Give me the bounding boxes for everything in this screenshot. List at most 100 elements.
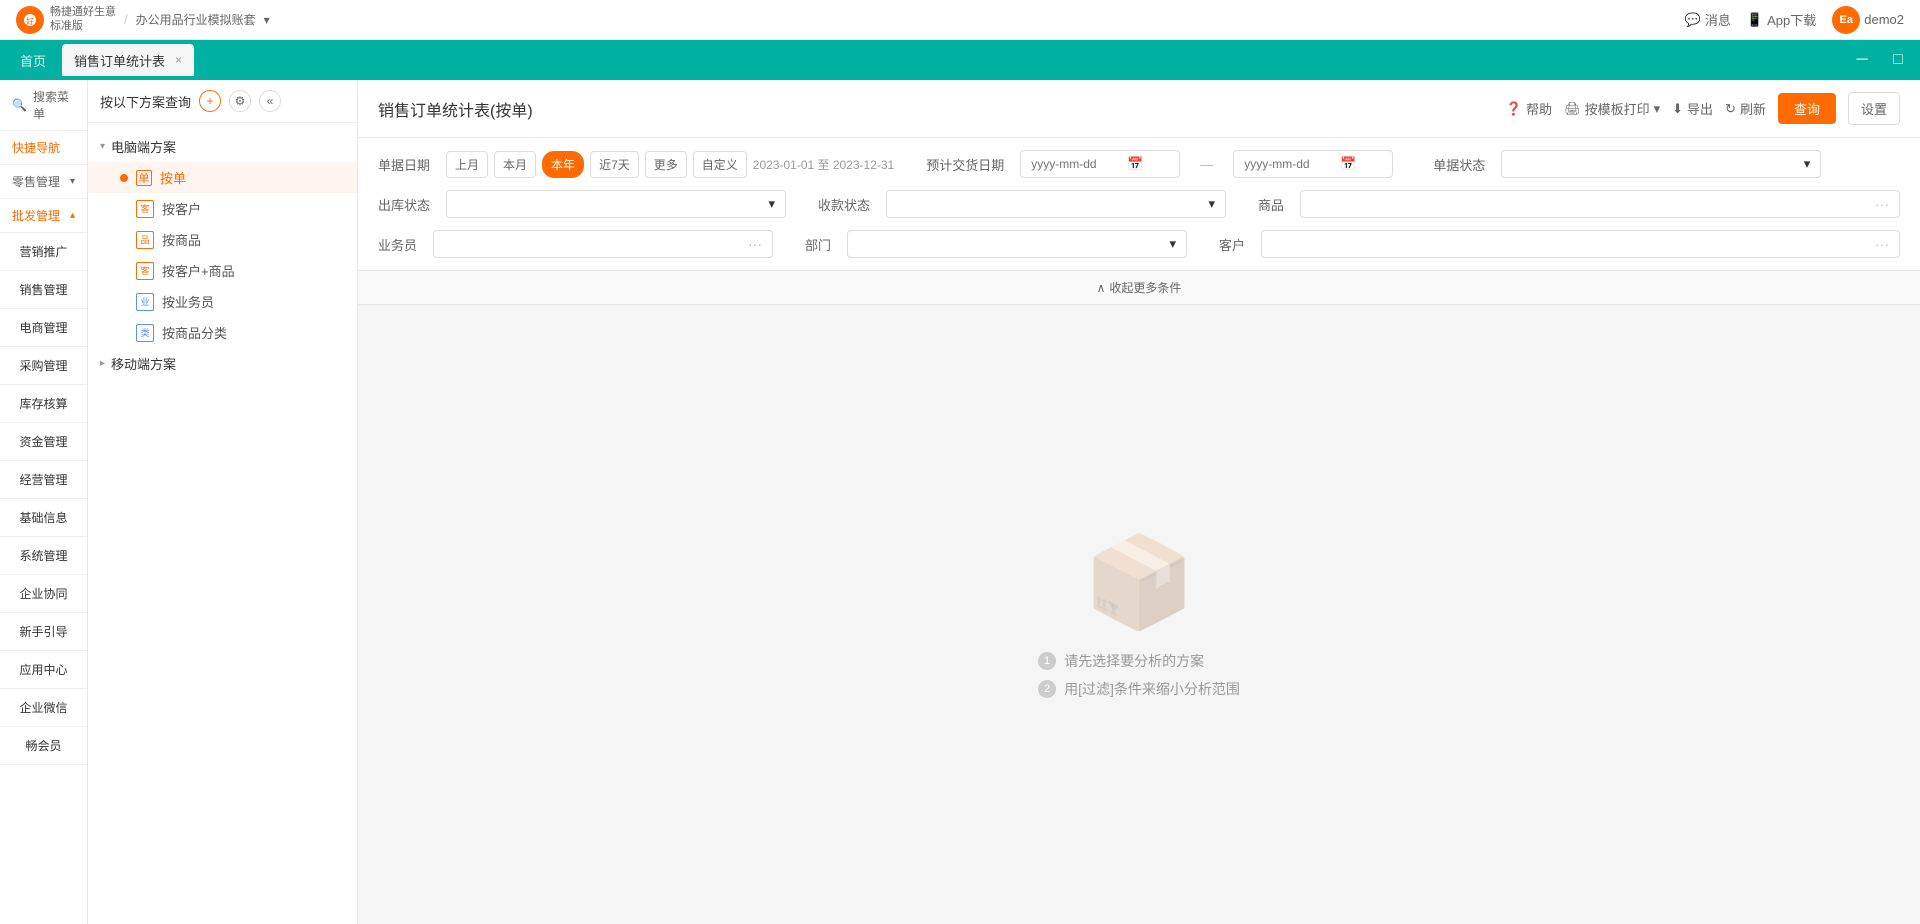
sidebar-item-operations[interactable]: 经营管理 [0,461,87,499]
expected-date-start[interactable]: 📅 [1020,150,1180,178]
tab-maximize-btn[interactable]: □ [1884,46,1912,74]
collapse-plan-btn[interactable]: « [259,90,281,112]
print-btn[interactable]: 🖨 按模板打印 ▾ [1564,99,1660,118]
pc-section-title: 电脑端方案 [111,137,176,156]
customer-dots-icon[interactable]: ··· [1875,236,1889,252]
breadcrumb-dropdown-btn[interactable]: ▾ [264,13,270,27]
top-bar-right: 💬 消息 📱 App下载 Ea demo2 [1685,6,1904,34]
refresh-btn[interactable]: ↻ 刷新 [1725,99,1766,118]
app-download-btn[interactable]: 📱 App下载 [1747,10,1816,29]
sidebar-item-newbie[interactable]: 新手引导 [0,613,87,651]
sidebar-item-finance[interactable]: 资金管理 [0,423,87,461]
product-dots-icon[interactable]: ··· [1875,196,1889,212]
left-panel-header: 按以下方案查询 + ⚙ « [88,80,357,123]
app-download-icon: 📱 [1747,12,1763,28]
plan-item-by-product[interactable]: 品 按商品 [88,224,357,255]
sidebar-item-inventory[interactable]: 库存核算 [0,385,87,423]
expected-date-end[interactable]: 📅 [1233,150,1393,178]
page-title: 销售订单统计表(按单) [378,97,533,121]
date-btn-7days[interactable]: 近7天 [590,151,639,178]
tip-1-number: 1 [1038,652,1056,670]
print-arrow-icon: ▾ [1654,101,1661,117]
status-select[interactable]: ▾ [1501,150,1821,178]
sidebar-item-ecommerce[interactable]: 电商管理 [0,309,87,347]
plan-item-by-salesman[interactable]: 业 按业务员 [88,286,357,317]
department-select[interactable]: ▾ [847,230,1187,258]
tab-minimize-btn[interactable]: ─ [1848,46,1876,74]
sidebar-item-enterprise[interactable]: 企业协同 [0,575,87,613]
settings-btn[interactable]: 设置 [1848,92,1900,125]
sidebar-search[interactable]: 🔍 搜索菜单 [0,80,87,131]
customer-select[interactable]: ··· [1261,230,1900,258]
help-btn[interactable]: ❓ 帮助 [1506,99,1552,118]
date-btn-this-year[interactable]: 本年 [542,151,584,178]
main-layout: 🔍 搜索菜单 快捷导航 零售管理 ▾ 批发管理 ▴ 营销推广 销售管理 电商管理… [0,80,1920,924]
top-bar-left: 好 畅捷通好生意 标准版 / 办公用品行业模拟账套 ▾ [16,6,270,34]
message-icon: 💬 [1685,12,1701,28]
logo-icon: 好 [16,6,44,34]
tab-home[interactable]: 首页 [8,44,58,76]
sidebar-item-basic[interactable]: 基础信息 [0,499,87,537]
sidebar-item-marketing[interactable]: 营销推广 [0,233,87,271]
plan-list: ▾ 电脑端方案 单 按单 客 按客户 品 [88,123,357,924]
calendar-icon: 📅 [1127,156,1143,172]
salesman-label: 业务员 [378,235,417,254]
plan-section-mobile-header[interactable]: ▸ 移动端方案 [88,348,357,379]
salesman-select[interactable]: ··· [433,230,773,258]
breadcrumb-label: 办公用品行业模拟账套 [136,11,256,28]
tab-close-btn[interactable]: × [175,53,182,67]
sidebar-item-system[interactable]: 系统管理 [0,537,87,575]
product-select[interactable]: ··· [1300,190,1900,218]
add-plan-btn[interactable]: + [199,90,221,112]
plan-item-by-salesman-icon: 业 [136,293,154,311]
sidebar-item-sales[interactable]: 销售管理 [0,271,87,309]
retail-arrow-icon: ▾ [70,176,75,187]
payment-status-arrow-icon: ▾ [1209,196,1216,212]
plan-item-by-customer[interactable]: 客 按客户 [88,193,357,224]
search-btn[interactable]: 查询 [1778,93,1836,124]
sidebar-quick-nav[interactable]: 快捷导航 [0,131,87,165]
plan-section-pc: ▾ 电脑端方案 单 按单 客 按客户 品 [88,131,357,348]
date-btn-this-month[interactable]: 本月 [494,151,536,178]
sidebar-item-purchase[interactable]: 采购管理 [0,347,87,385]
logo-area: 好 畅捷通好生意 标准版 [16,6,116,34]
sidebar-item-wechat[interactable]: 企业微信 [0,689,87,727]
expected-date-start-input[interactable] [1031,157,1121,171]
collapse-chevron-icon: ∧ [1097,281,1106,295]
ship-status-select[interactable]: ▾ [446,190,786,218]
empty-tips: 1 请先选择要分析的方案 2 用[过滤]条件来缩小分析范围 [1038,651,1240,699]
tab-bar: 首页 销售订单统计表 × ─ □ [0,40,1920,80]
payment-status-select[interactable]: ▾ [886,190,1226,218]
content-area: 按以下方案查询 + ⚙ « ▾ 电脑端方案 单 按单 [88,80,1920,924]
svg-text:好: 好 [26,16,34,26]
salesman-dots-icon[interactable]: ··· [748,236,762,252]
plan-item-by-order[interactable]: 单 按单 [88,162,357,193]
breadcrumb-sep: / [124,12,128,27]
sidebar-item-retail[interactable]: 零售管理 ▾ [0,165,87,199]
empty-tip-1: 1 请先选择要分析的方案 [1038,651,1240,671]
export-icon: ⬇ [1672,101,1683,117]
main-header: 销售订单统计表(按单) ❓ 帮助 🖨 按模板打印 ▾ ⬇ [358,80,1920,138]
sidebar-item-member[interactable]: 畅会员 [0,727,87,765]
settings-plan-btn[interactable]: ⚙ [229,90,251,112]
date-btn-more[interactable]: 更多 [645,151,687,178]
sidebar-item-wholesale[interactable]: 批发管理 ▴ [0,199,87,233]
main-title-row: 销售订单统计表(按单) ❓ 帮助 🖨 按模板打印 ▾ ⬇ [378,92,1900,125]
export-btn[interactable]: ⬇ 导出 [1672,99,1713,118]
tab-sales-stats[interactable]: 销售订单统计表 × [62,44,194,76]
sidebar: 🔍 搜索菜单 快捷导航 零售管理 ▾ 批发管理 ▴ 营销推广 销售管理 电商管理… [0,80,88,924]
plan-item-by-cust-prod[interactable]: 客 按客户+商品 [88,255,357,286]
plan-section-pc-header[interactable]: ▾ 电脑端方案 [88,131,357,162]
status-label: 单据状态 [1433,155,1485,174]
customer-label: 客户 [1219,235,1245,254]
user-menu[interactable]: Ea demo2 [1832,6,1904,34]
print-icon: 🖨 [1564,101,1581,117]
date-btn-custom[interactable]: 自定义 [693,151,747,178]
plan-item-by-category[interactable]: 类 按商品分类 [88,317,357,348]
message-btn[interactable]: 💬 消息 [1685,10,1731,29]
sidebar-item-apps[interactable]: 应用中心 [0,651,87,689]
filter-row-3: 业务员 ··· 部门 ▾ 客户 ··· [378,230,1900,258]
expected-date-end-input[interactable] [1244,157,1334,171]
collapse-bar[interactable]: ∧ 收起更多条件 [358,270,1920,305]
date-btn-last-month[interactable]: 上月 [446,151,488,178]
